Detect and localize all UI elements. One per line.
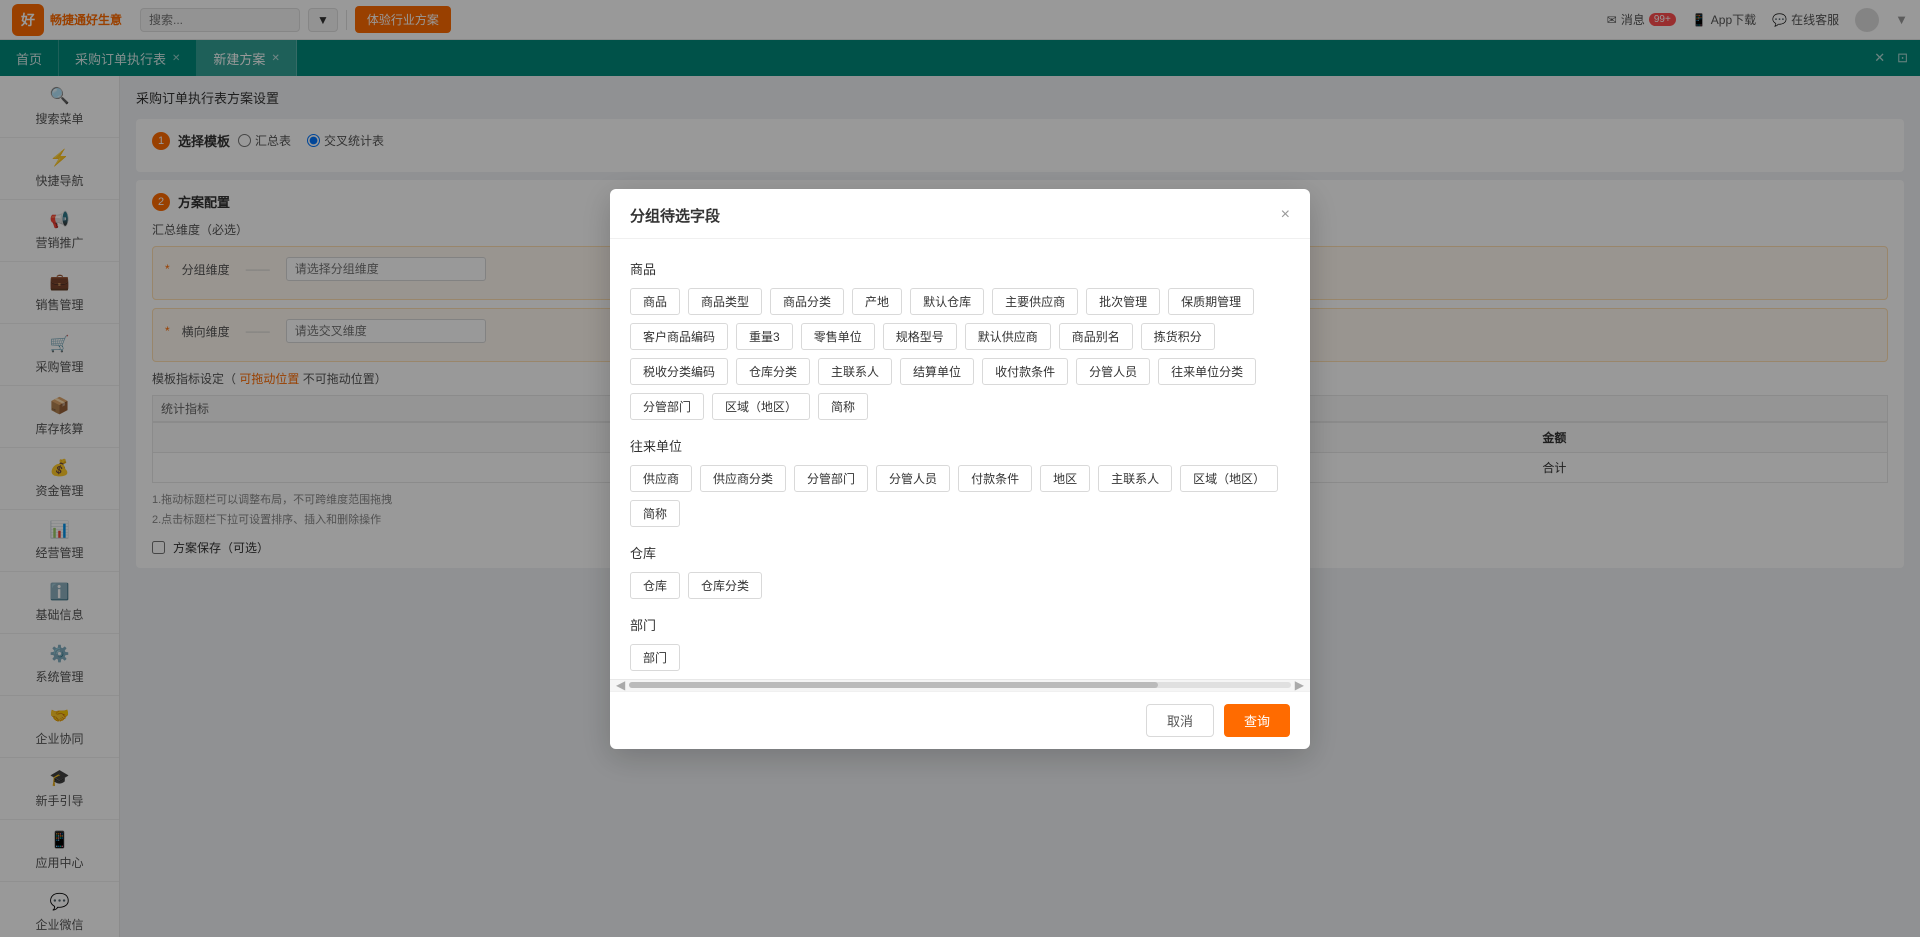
chip-region-counterpart[interactable]: 区域（地区）	[1180, 465, 1278, 492]
dialog-title: 分组待选字段	[630, 205, 720, 226]
dialog-scrollbar[interactable]: ◀ ▶	[610, 679, 1310, 691]
dialog-header: 分组待选字段 ×	[610, 189, 1310, 239]
field-group-warehouse: 仓库 仓库 仓库分类	[630, 543, 1290, 599]
chip-default-warehouse[interactable]: 默认仓库	[910, 288, 984, 315]
chip-warehouse-category[interactable]: 仓库分类	[736, 358, 810, 385]
dialog-body: 商品 商品 商品类型 商品分类 产地 默认仓库 主要供应商 批次管理 保质期管理…	[610, 239, 1310, 679]
field-group-goods-title: 商品	[630, 259, 1290, 278]
chip-pay-terms[interactable]: 付款条件	[958, 465, 1032, 492]
chip-goods-category[interactable]: 商品分类	[770, 288, 844, 315]
chip-dept[interactable]: 分管部门	[794, 465, 868, 492]
chip-abbr-counterpart[interactable]: 简称	[630, 500, 680, 527]
chip-batch-mgmt[interactable]: 批次管理	[1086, 288, 1160, 315]
field-chips-warehouse: 仓库 仓库分类	[630, 572, 1290, 599]
chip-supplier-category[interactable]: 供应商分类	[700, 465, 786, 492]
dialog-overlay: 分组待选字段 × 商品 商品 商品类型 商品分类 产地 默认仓库 主要供应商 批…	[0, 0, 1920, 937]
confirm-btn[interactable]: 查询	[1224, 704, 1290, 737]
chip-main-supplier[interactable]: 主要供应商	[992, 288, 1078, 315]
chip-manager[interactable]: 分管人员	[1076, 358, 1150, 385]
chip-region-goods[interactable]: 区域（地区）	[712, 393, 810, 420]
chip-goods[interactable]: 商品	[630, 288, 680, 315]
chip-department[interactable]: 部门	[630, 644, 680, 671]
field-chips-counterpart: 供应商 供应商分类 分管部门 分管人员 付款条件 地区 主联系人 区域（地区） …	[630, 465, 1290, 527]
chip-warehouse-cat[interactable]: 仓库分类	[688, 572, 762, 599]
chip-area[interactable]: 地区	[1040, 465, 1090, 492]
chip-spec-model[interactable]: 规格型号	[883, 323, 957, 350]
field-chips-dept: 部门	[630, 644, 1290, 671]
field-group-counterpart: 往来单位 供应商 供应商分类 分管部门 分管人员 付款条件 地区 主联系人 区域…	[630, 436, 1290, 527]
chip-weight[interactable]: 重量3	[736, 323, 793, 350]
field-chips-goods: 商品 商品类型 商品分类 产地 默认仓库 主要供应商 批次管理 保质期管理 客户…	[630, 288, 1290, 420]
chip-counterpart-category[interactable]: 往来单位分类	[1158, 358, 1256, 385]
chip-main-contact[interactable]: 主联系人	[818, 358, 892, 385]
chip-default-supplier[interactable]: 默认供应商	[965, 323, 1051, 350]
scrollbar-track	[629, 682, 1291, 688]
field-select-dialog: 分组待选字段 × 商品 商品 商品类型 商品分类 产地 默认仓库 主要供应商 批…	[610, 189, 1310, 749]
chip-settlement-unit[interactable]: 结算单位	[900, 358, 974, 385]
chip-supplier[interactable]: 供应商	[630, 465, 692, 492]
dialog-footer: 取消 查询	[610, 691, 1310, 749]
chip-origin[interactable]: 产地	[852, 288, 902, 315]
dialog-close-btn[interactable]: ×	[1281, 206, 1290, 224]
chip-main-contact-2[interactable]: 主联系人	[1098, 465, 1172, 492]
chip-person[interactable]: 分管人员	[876, 465, 950, 492]
chip-warehouse[interactable]: 仓库	[630, 572, 680, 599]
chip-abbr-goods[interactable]: 简称	[818, 393, 868, 420]
field-group-dept-title: 部门	[630, 615, 1290, 634]
chip-goods-type[interactable]: 商品类型	[688, 288, 762, 315]
chip-retail-unit[interactable]: 零售单位	[801, 323, 875, 350]
scrollbar-thumb	[629, 682, 1158, 688]
chip-customer-code[interactable]: 客户商品编码	[630, 323, 728, 350]
chip-goods-alias[interactable]: 商品别名	[1059, 323, 1133, 350]
chip-managing-dept[interactable]: 分管部门	[630, 393, 704, 420]
cancel-btn[interactable]: 取消	[1146, 704, 1214, 737]
field-group-counterpart-title: 往来单位	[630, 436, 1290, 455]
chip-pick-points[interactable]: 拣货积分	[1141, 323, 1215, 350]
chip-tax-code[interactable]: 税收分类编码	[630, 358, 728, 385]
field-group-goods: 商品 商品 商品类型 商品分类 产地 默认仓库 主要供应商 批次管理 保质期管理…	[630, 259, 1290, 420]
chip-payment-terms[interactable]: 收付款条件	[982, 358, 1068, 385]
chip-shelf-life[interactable]: 保质期管理	[1168, 288, 1254, 315]
field-group-dept: 部门 部门	[630, 615, 1290, 671]
field-group-warehouse-title: 仓库	[630, 543, 1290, 562]
